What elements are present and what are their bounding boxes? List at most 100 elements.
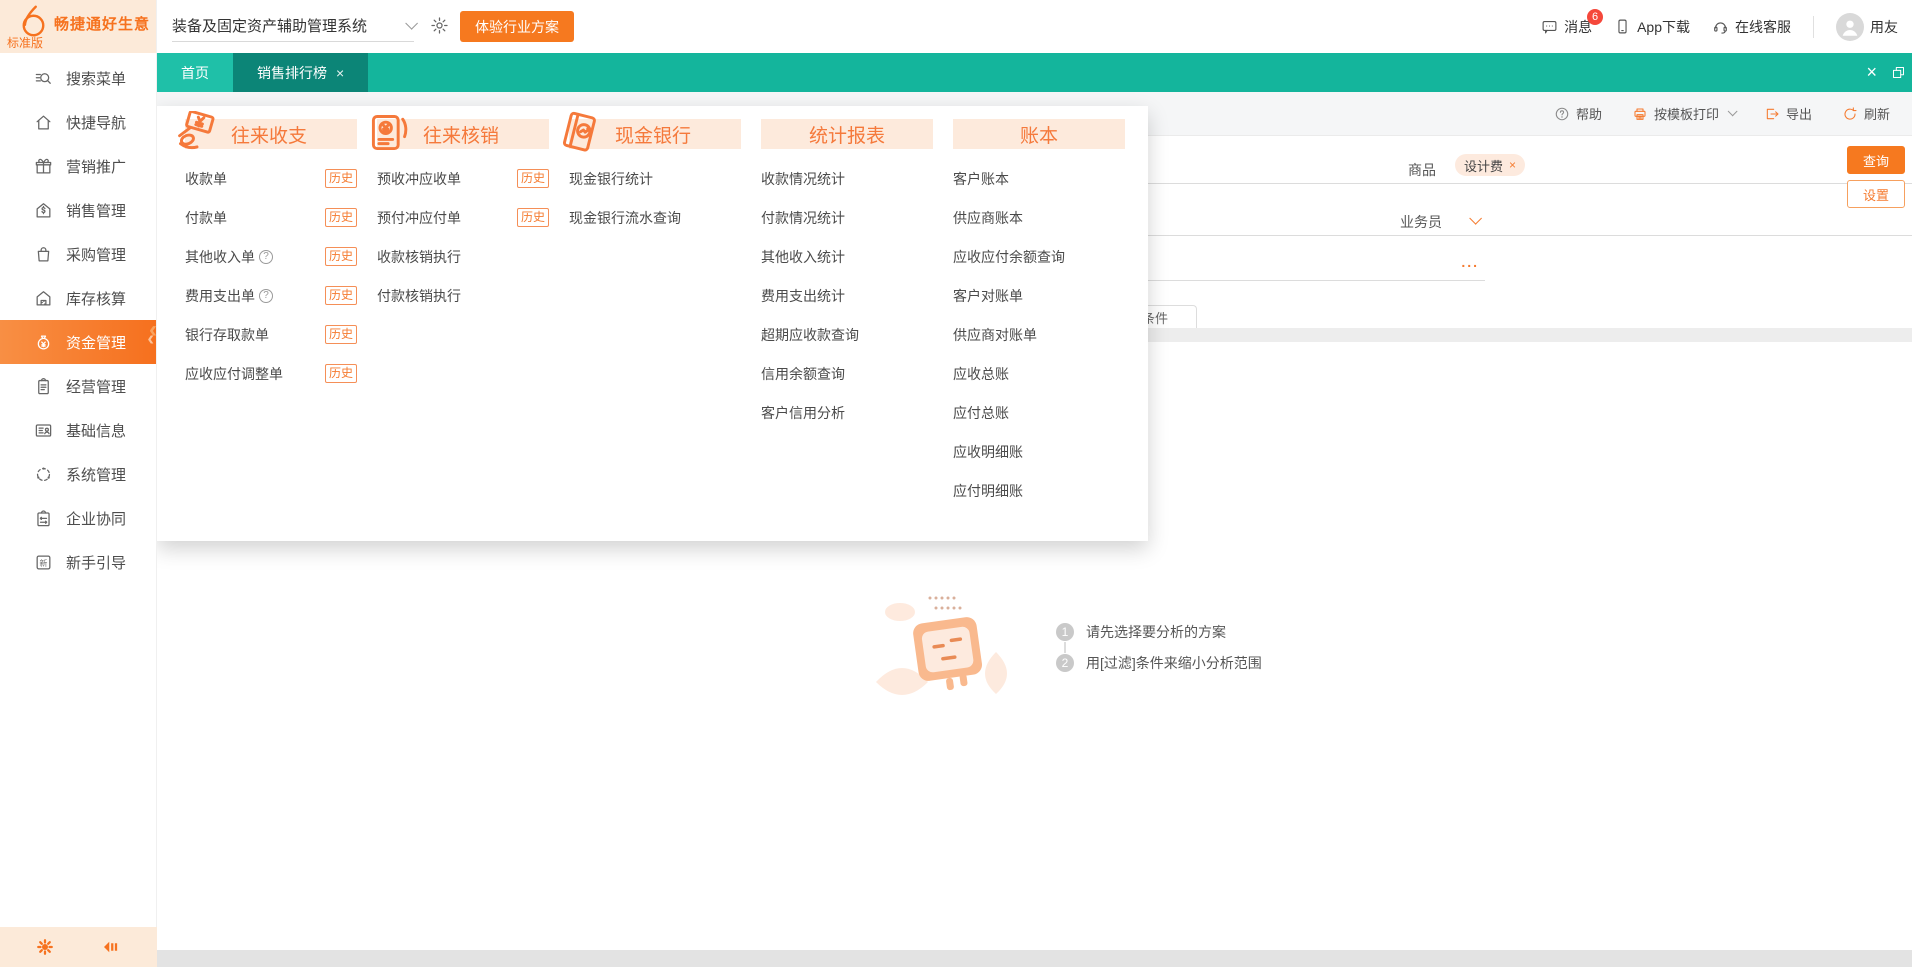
sidebar-item-1[interactable]: 搜索菜单 <box>0 56 156 100</box>
menu-item-label[interactable]: 应收应付调整单 <box>185 364 283 384</box>
menu-item-label[interactable]: 应收明细账 <box>953 442 1023 462</box>
menu-item[interactable]: 付款情况统计 <box>761 198 933 237</box>
sidebar-item-9[interactable]: 基础信息 <box>0 408 156 452</box>
menu-item[interactable]: 供应商账本 <box>953 198 1125 237</box>
more-dots-icon[interactable]: ... <box>1461 254 1479 270</box>
menu-item-label[interactable]: 收款核销执行 <box>377 247 461 267</box>
menu-item[interactable]: 信用余额查询 <box>761 354 933 393</box>
menu-item[interactable]: 应收应付调整单 历史 <box>185 354 357 393</box>
tab-sales-ranking[interactable]: 销售排行榜 × <box>233 53 369 92</box>
help-button[interactable]: 帮助 <box>1554 104 1602 123</box>
tab-home[interactable]: 首页 <box>157 53 233 92</box>
user-menu[interactable]: 用友 <box>1836 12 1898 41</box>
menu-item-label[interactable]: 付款单 <box>185 208 227 228</box>
menu-item[interactable]: 预付冲应付单 历史 <box>377 198 549 237</box>
menu-item-label[interactable]: 客户账本 <box>953 169 1009 189</box>
menu-item-label[interactable]: 费用支出统计 <box>761 286 845 306</box>
sidebar-item-10[interactable]: 系统管理 <box>0 452 156 496</box>
menu-item-label[interactable]: 收款单 <box>185 169 227 189</box>
menu-item[interactable]: 客户信用分析 <box>761 393 933 432</box>
product-filter-field[interactable]: 设计费 × ... <box>1447 152 1912 184</box>
menu-item-label[interactable]: 应收总账 <box>953 364 1009 384</box>
menu-item[interactable]: 费用支出统计 <box>761 276 933 315</box>
sidebar-item-11[interactable]: 企业协同 <box>0 496 156 540</box>
collapse-sidebar-icon[interactable] <box>101 938 119 956</box>
fullscreen-icon[interactable] <box>1891 65 1906 80</box>
industry-solution-button[interactable]: 体验行业方案 <box>460 11 574 42</box>
menu-item[interactable]: 供应商对账单 <box>953 315 1125 354</box>
menu-item-label[interactable]: 供应商对账单 <box>953 325 1037 345</box>
menu-item-label[interactable]: 其他收入统计 <box>761 247 845 267</box>
menu-item-label[interactable]: 预收冲应收单 <box>377 169 461 189</box>
history-badge[interactable]: 历史 <box>516 169 549 188</box>
menu-item-label[interactable]: 应付总账 <box>953 403 1009 423</box>
menu-item-label[interactable]: 银行存取款单 <box>185 325 269 345</box>
menu-item[interactable]: 预收冲应收单 历史 <box>377 159 549 198</box>
menu-item-label[interactable]: 现金银行统计 <box>569 169 653 189</box>
menu-item[interactable]: 客户账本 <box>953 159 1125 198</box>
product-tag[interactable]: 设计费 × <box>1455 154 1526 176</box>
history-badge[interactable]: 历史 <box>516 208 549 227</box>
close-tab-icon[interactable]: × <box>336 65 344 81</box>
salesperson-filter-field[interactable]: ... <box>1447 204 1912 236</box>
menu-item[interactable]: 费用支出单? 历史 <box>185 276 357 315</box>
export-button[interactable]: 导出 <box>1764 104 1812 123</box>
workspace-select[interactable]: 装备及固定资产辅助管理系统 <box>172 9 418 42</box>
menu-item[interactable]: 收款单 历史 <box>185 159 357 198</box>
menu-item[interactable]: 现金银行流水查询 <box>569 198 741 237</box>
history-badge[interactable]: 历史 <box>324 286 357 305</box>
menu-item-label[interactable]: 供应商账本 <box>953 208 1023 228</box>
menu-item[interactable]: 收款情况统计 <box>761 159 933 198</box>
menu-item-label[interactable]: 预付冲应付单 <box>377 208 461 228</box>
menu-item[interactable]: 其他收入统计 <box>761 237 933 276</box>
menu-item-label[interactable]: 付款情况统计 <box>761 208 845 228</box>
sidebar-item-5[interactable]: 采购管理 <box>0 232 156 276</box>
menu-item[interactable]: 客户对账单 <box>953 276 1125 315</box>
menu-item[interactable]: 应付明细账 <box>953 471 1125 510</box>
menu-item-label[interactable]: 客户信用分析 <box>761 403 845 423</box>
menu-item[interactable]: 其他收入单? 历史 <box>185 237 357 276</box>
menu-item[interactable]: 付款核销执行 <box>377 276 549 315</box>
sidebar-item-7[interactable]: 资金管理 <box>0 320 156 364</box>
menu-item[interactable]: 收款核销执行 <box>377 237 549 276</box>
history-badge[interactable]: 历史 <box>324 364 357 383</box>
menu-item-label[interactable]: 其他收入单? <box>185 247 273 267</box>
menu-item[interactable]: 应收明细账 <box>953 432 1125 471</box>
menu-item-label[interactable]: 现金银行流水查询 <box>569 208 681 228</box>
messages-button[interactable]: 消息 6 <box>1541 8 1604 37</box>
menu-item-label[interactable]: 应收应付余额查询 <box>953 247 1065 267</box>
query-button[interactable]: 查询 <box>1847 146 1905 174</box>
sidebar-item-4[interactable]: 销售管理 <box>0 188 156 232</box>
menu-item[interactable]: 付款单 历史 <box>185 198 357 237</box>
sidebar-item-3[interactable]: 营销推广 <box>0 144 156 188</box>
sidebar-item-2[interactable]: 快捷导航 <box>0 100 156 144</box>
workspace-gear-icon[interactable] <box>430 16 449 35</box>
online-support-button[interactable]: 在线客服 <box>1712 17 1791 37</box>
close-all-icon[interactable]: × <box>1866 62 1877 83</box>
menu-item-label[interactable]: 信用余额查询 <box>761 364 845 384</box>
settings-gear-icon[interactable] <box>36 938 54 956</box>
menu-item[interactable]: 现金银行统计 <box>569 159 741 198</box>
settings-button[interactable]: 设置 <box>1847 180 1905 208</box>
sidebar-item-6[interactable]: 库存核算 <box>0 276 156 320</box>
menu-item[interactable]: 超期应收款查询 <box>761 315 933 354</box>
sidebar-item-8[interactable]: 经营管理 <box>0 364 156 408</box>
menu-item[interactable]: 银行存取款单 历史 <box>185 315 357 354</box>
refresh-button[interactable]: 刷新 <box>1842 104 1890 123</box>
menu-item[interactable]: 应收总账 <box>953 354 1125 393</box>
sidebar-item-12[interactable]: 新 新手引导 <box>0 540 156 584</box>
menu-item-label[interactable]: 付款核销执行 <box>377 286 461 306</box>
app-download-button[interactable]: App下载 <box>1614 17 1690 37</box>
history-badge[interactable]: 历史 <box>324 169 357 188</box>
history-badge[interactable]: 历史 <box>324 325 357 344</box>
history-badge[interactable]: 历史 <box>324 208 357 227</box>
menu-item[interactable]: 应收应付余额查询 <box>953 237 1125 276</box>
history-badge[interactable]: 历史 <box>324 247 357 266</box>
remove-tag-icon[interactable]: × <box>1509 158 1516 172</box>
menu-item[interactable]: 应付总账 <box>953 393 1125 432</box>
menu-item-label[interactable]: 客户对账单 <box>953 286 1023 306</box>
menu-item-label[interactable]: 超期应收款查询 <box>761 325 859 345</box>
menu-item-label[interactable]: 费用支出单? <box>185 286 273 306</box>
menu-item-label[interactable]: 收款情况统计 <box>761 169 845 189</box>
print-template-button[interactable]: 按模板打印 <box>1632 104 1738 123</box>
